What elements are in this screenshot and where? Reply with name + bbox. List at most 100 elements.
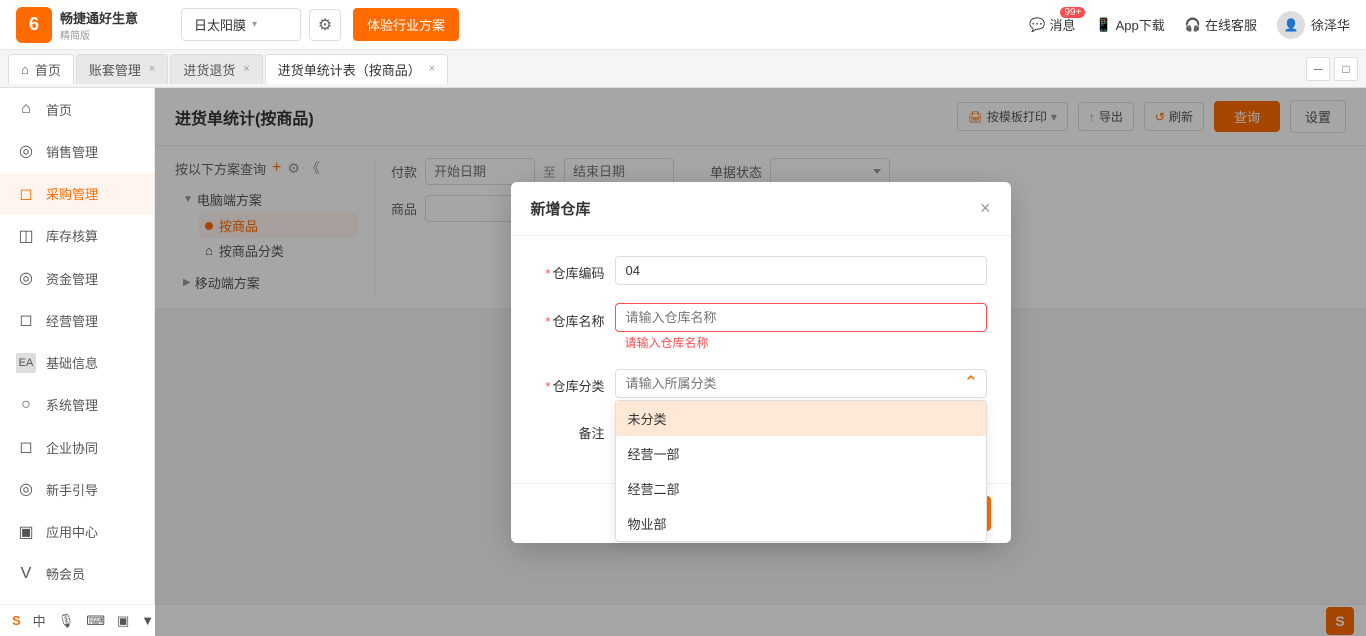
sidebar-guide-label: 新手引导 bbox=[46, 480, 98, 499]
form-row-name: 仓库名称 请输入仓库名称 bbox=[535, 303, 987, 351]
modal-add-warehouse: 新增仓库 × 仓库编码 仓库名称 请输入仓库名 bbox=[511, 182, 1011, 543]
main-layout: ⌂ 首页 ◎ 销售管理 ◻ 采购管理 ◫ 库存核算 ◎ 资金管理 ◻ 经营管理 … bbox=[0, 88, 1366, 636]
avatar: 👤 bbox=[1277, 11, 1305, 39]
dropdown-item-dept2[interactable]: 经营二部 bbox=[616, 471, 986, 506]
tab-purchase-return[interactable]: 进货退货 × bbox=[170, 54, 262, 84]
tab-accounts[interactable]: 账套管理 × bbox=[76, 54, 168, 84]
guide-icon: ◎ bbox=[16, 479, 36, 499]
top-header: 6 畅捷通好生意 精简版 日太阳膜 ▾ ⚙ 体验行业方案 💬 消息 99+ 📱 … bbox=[0, 0, 1366, 50]
message-icon: 💬 bbox=[1029, 17, 1045, 33]
tab-purchase-stat-close[interactable]: × bbox=[429, 63, 435, 75]
sidebar-item-basic-info[interactable]: EA 基础信息 bbox=[0, 342, 154, 384]
modal-title: 新增仓库 bbox=[531, 198, 591, 219]
bottom-s-logo[interactable]: S bbox=[12, 613, 21, 628]
username-label: 徐泽华 bbox=[1311, 15, 1350, 34]
member-icon: V bbox=[16, 564, 36, 584]
sidebar-member-label: 畅会员 bbox=[46, 564, 85, 583]
bottom-speaker-icon[interactable]: ▼ bbox=[141, 613, 154, 628]
tab-purchase-return-label: 进货退货 bbox=[183, 60, 235, 79]
sidebar-funds-label: 资金管理 bbox=[46, 269, 98, 288]
home-nav-icon: ⌂ bbox=[16, 99, 36, 119]
sidebar-item-inventory[interactable]: ◫ 库存核算 bbox=[0, 215, 154, 257]
warehouse-code-input[interactable] bbox=[615, 256, 987, 285]
sales-icon: ◎ bbox=[16, 141, 36, 161]
tab-home-label: 首页 bbox=[35, 60, 61, 79]
sidebar-item-app-center[interactable]: ▣ 应用中心 bbox=[0, 511, 154, 553]
name-error-message: 请输入仓库名称 bbox=[625, 334, 709, 351]
app-center-icon: ▣ bbox=[16, 522, 36, 542]
sidebar-basic-info-label: 基础信息 bbox=[46, 353, 98, 372]
modal-close-btn[interactable]: × bbox=[980, 199, 991, 217]
sidebar-item-system[interactable]: ○ 系统管理 bbox=[0, 384, 154, 426]
logo-area: 6 畅捷通好生意 精简版 bbox=[16, 7, 171, 43]
category-input-wrap: ⌃ 未分类 经营一部 经营二部 物业部 bbox=[615, 369, 987, 398]
remark-label: 备注 bbox=[535, 416, 615, 442]
dropdown-item-dept1[interactable]: 经营一部 bbox=[616, 436, 986, 471]
funds-icon: ◎ bbox=[16, 268, 36, 288]
store-name: 日太阳膜 bbox=[194, 15, 246, 34]
tab-home[interactable]: ⌂ 首页 bbox=[8, 54, 74, 84]
category-dropdown-list: 未分类 经营一部 经营二部 物业部 bbox=[615, 400, 987, 542]
warehouse-category-input[interactable] bbox=[615, 369, 987, 398]
message-notification[interactable]: 💬 消息 99+ bbox=[1029, 15, 1075, 34]
bottom-keyboard-icon[interactable]: ⌨ bbox=[86, 613, 105, 629]
experience-btn[interactable]: 体验行业方案 bbox=[353, 8, 459, 41]
tab-purchase-stat[interactable]: 进货单统计表（按商品） × bbox=[265, 54, 448, 84]
code-label: 仓库编码 bbox=[535, 256, 615, 282]
bottom-chinese-icon[interactable]: 中 bbox=[33, 611, 46, 630]
app-name-text: 畅捷通好生意 精简版 bbox=[60, 8, 138, 42]
online-service-link[interactable]: 🎧 在线客服 bbox=[1185, 15, 1257, 34]
tab-accounts-close[interactable]: × bbox=[149, 63, 155, 75]
sidebar-item-funds[interactable]: ◎ 资金管理 bbox=[0, 257, 154, 299]
category-label: 仓库分类 bbox=[535, 369, 615, 395]
bottom-mic-icon[interactable]: 🎙 bbox=[58, 613, 75, 629]
sidebar-item-sales[interactable]: ◎ 销售管理 bbox=[0, 130, 154, 172]
settings-gear-button[interactable]: ⚙ bbox=[309, 9, 341, 41]
sidebar-inventory-label: 库存核算 bbox=[46, 226, 98, 245]
modal-header: 新增仓库 × bbox=[511, 182, 1011, 236]
user-profile[interactable]: 👤 徐泽华 bbox=[1277, 11, 1350, 39]
basic-info-icon: EA bbox=[16, 353, 36, 373]
purchase-icon: ◻ bbox=[16, 184, 36, 204]
headset-icon: 🎧 bbox=[1185, 17, 1201, 33]
notification-badge: 99+ bbox=[1060, 7, 1085, 18]
form-row-category: 仓库分类 ⌃ 未分类 经营一部 经营二部 物业部 bbox=[535, 369, 987, 398]
dropdown-item-dept3[interactable]: 物业部 bbox=[616, 506, 986, 541]
enterprise-icon: ◻ bbox=[16, 437, 36, 457]
phone-icon: 📱 bbox=[1095, 17, 1111, 33]
category-dropdown-toggle[interactable]: ⌃ bbox=[963, 373, 978, 394]
content-area: 进货单统计(按商品) 🖨 按模板打印 ▾ ↑ 导出 ↺ 刷新 查询 设置 bbox=[155, 88, 1366, 636]
sidebar-item-purchase[interactable]: ◻ 采购管理 bbox=[0, 173, 154, 215]
tab-controls: ─ □ bbox=[1306, 57, 1358, 81]
sidebar-item-member[interactable]: V 畅会员 bbox=[0, 553, 154, 595]
dropdown-item-unclassified[interactable]: 未分类 bbox=[616, 401, 986, 436]
sidebar-sales-label: 销售管理 bbox=[46, 142, 98, 161]
modal-overlay: 新增仓库 × 仓库编码 仓库名称 请输入仓库名 bbox=[155, 88, 1366, 636]
form-row-code: 仓库编码 bbox=[535, 256, 987, 285]
tab-minimize-btn[interactable]: ─ bbox=[1306, 57, 1330, 81]
online-service-label: 在线客服 bbox=[1205, 15, 1257, 34]
warehouse-name-input[interactable] bbox=[615, 303, 987, 332]
bottom-display-icon[interactable]: ▣ bbox=[117, 613, 129, 629]
operations-icon: ◻ bbox=[16, 310, 36, 330]
tab-purchase-return-close[interactable]: × bbox=[243, 63, 249, 75]
sidebar-item-enterprise[interactable]: ◻ 企业协同 bbox=[0, 426, 154, 468]
system-icon: ○ bbox=[16, 395, 36, 415]
sidebar-item-home[interactable]: ⌂ 首页 bbox=[0, 88, 154, 130]
app-download-link[interactable]: 📱 App下载 bbox=[1095, 15, 1164, 34]
sidebar-purchase-label: 采购管理 bbox=[46, 184, 98, 203]
tab-bar: ⌂ 首页 账套管理 × 进货退货 × 进货单统计表（按商品） × ─ □ bbox=[0, 50, 1366, 88]
sidebar-item-operations[interactable]: ◻ 经营管理 bbox=[0, 299, 154, 341]
name-label: 仓库名称 bbox=[535, 304, 615, 330]
tab-purchase-stat-label: 进货单统计表（按商品） bbox=[278, 60, 421, 79]
store-selector[interactable]: 日太阳膜 ▾ bbox=[181, 8, 301, 41]
app-logo-icon: 6 bbox=[16, 7, 52, 43]
tab-maximize-btn[interactable]: □ bbox=[1334, 57, 1358, 81]
tab-accounts-label: 账套管理 bbox=[89, 60, 141, 79]
sidebar-enterprise-label: 企业协同 bbox=[46, 438, 98, 457]
sidebar-item-guide[interactable]: ◎ 新手引导 bbox=[0, 468, 154, 510]
sidebar-system-label: 系统管理 bbox=[46, 395, 98, 414]
home-icon: ⌂ bbox=[21, 62, 29, 77]
sidebar-app-center-label: 应用中心 bbox=[46, 522, 98, 541]
sidebar-operations-label: 经营管理 bbox=[46, 311, 98, 330]
